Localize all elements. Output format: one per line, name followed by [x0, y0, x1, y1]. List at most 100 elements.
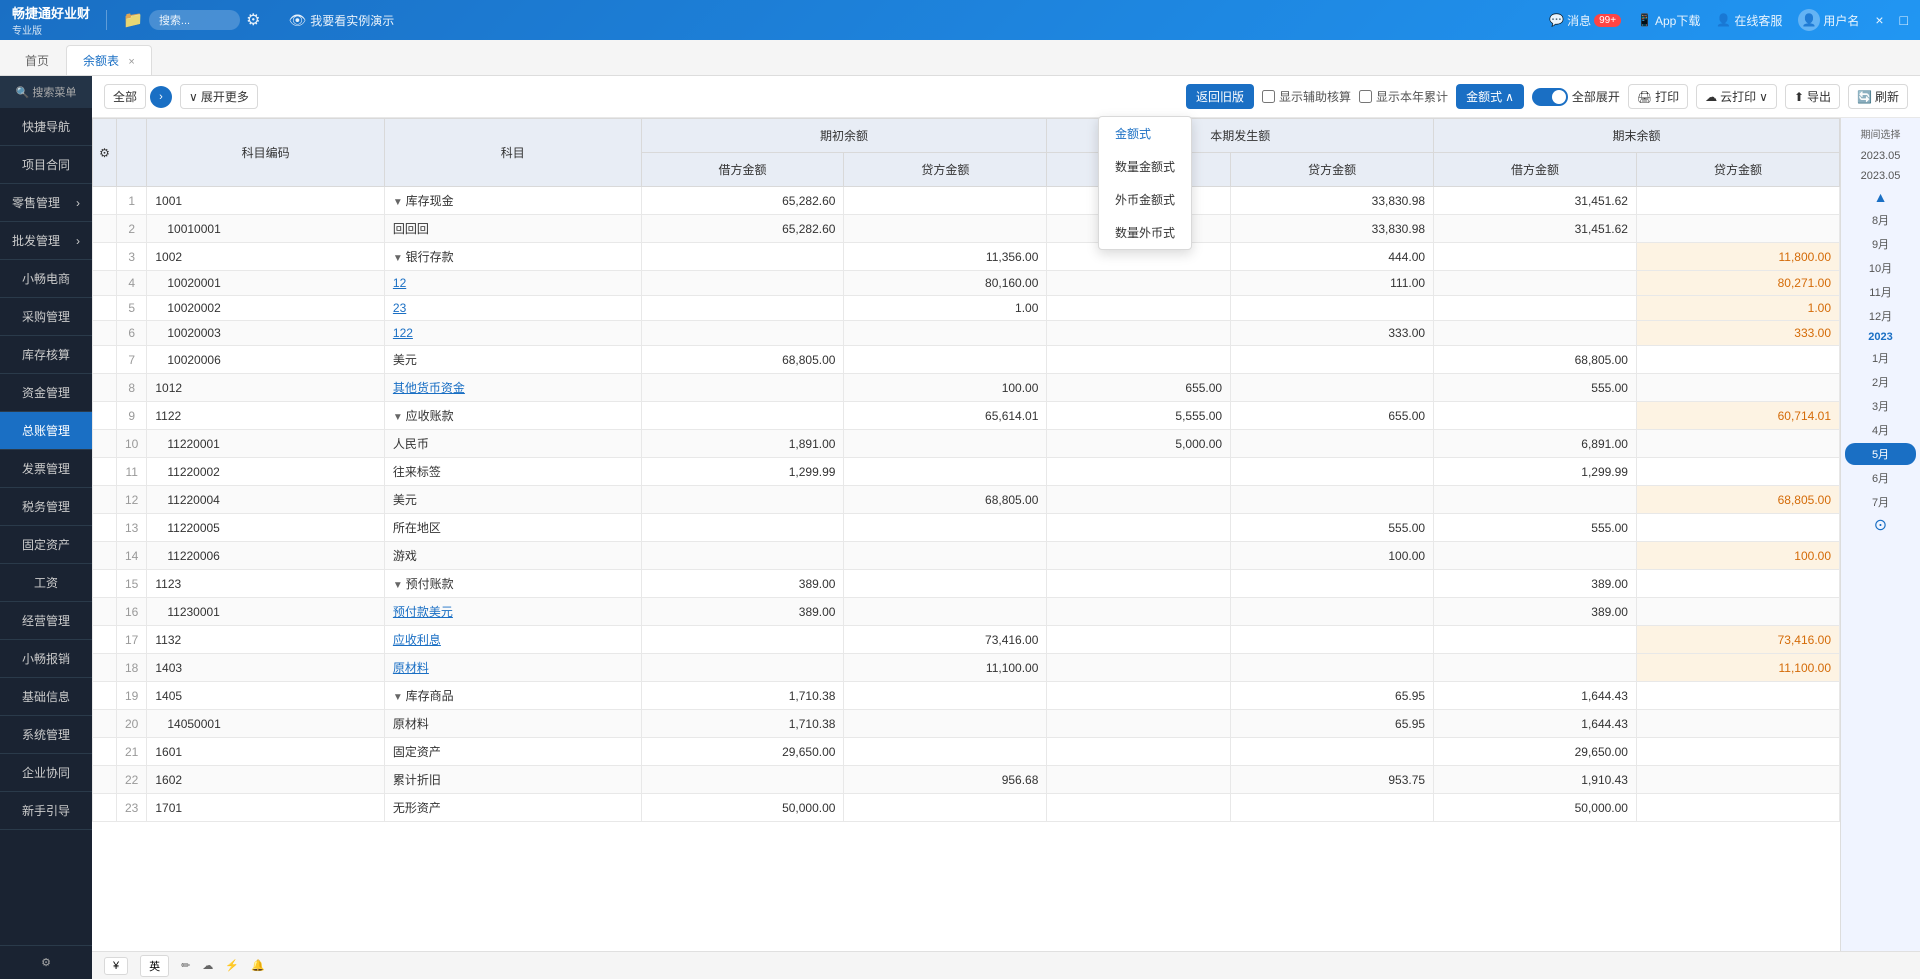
- table-row: 211601固定资产29,650.0029,650.00: [93, 738, 1840, 766]
- account-name-cell[interactable]: 应收利息: [384, 626, 641, 654]
- search-bar[interactable]: 搜索...: [149, 10, 240, 30]
- period-up-nav[interactable]: ▲: [1874, 189, 1888, 205]
- sidebar-item-guide[interactable]: 新手引导: [0, 792, 92, 830]
- account-name-cell: 游戏: [384, 542, 641, 570]
- sidebar-item-inventory[interactable]: 库存核算: [0, 336, 92, 374]
- sidebar-item-collab[interactable]: 企业协同: [0, 754, 92, 792]
- account-name-cell[interactable]: 预付款美元: [384, 598, 641, 626]
- lightning-icon[interactable]: ⚡: [225, 959, 239, 972]
- toggle-bg[interactable]: [1532, 88, 1568, 106]
- user-avatar[interactable]: 👤 用户名: [1798, 9, 1859, 31]
- sidebar-item-payroll[interactable]: 工资: [0, 564, 92, 602]
- account-name-cell[interactable]: 原材料: [384, 654, 641, 682]
- sidebar-item-capital[interactable]: 资金管理: [0, 374, 92, 412]
- sidebar: 🔍 搜索菜单 快捷导航 项目合同 零售管理› 批发管理› 小畅电商 采购管理 库…: [0, 76, 92, 979]
- period-apr[interactable]: 4月: [1845, 419, 1916, 441]
- download-btn[interactable]: 📱 App下载: [1637, 12, 1700, 29]
- sidebar-item-operations[interactable]: 经营管理: [0, 602, 92, 640]
- account-name-cell[interactable]: 23: [384, 296, 641, 321]
- currency-btn[interactable]: ¥: [104, 957, 128, 975]
- period-may[interactable]: 5月: [1845, 443, 1916, 465]
- window-maximize-btn[interactable]: □: [1900, 12, 1908, 28]
- row-number: 18: [117, 654, 147, 682]
- aux-checkbox-group: 显示辅助核算: [1262, 88, 1351, 105]
- expand-more-btn[interactable]: ∨ 展开更多: [180, 84, 258, 109]
- export-btn[interactable]: ⬆ 导出: [1785, 84, 1840, 109]
- period-prev[interactable]: 2023.05: [1845, 147, 1916, 165]
- service-btn[interactable]: 👤 在线客服: [1716, 12, 1782, 29]
- sidebar-item-invoice[interactable]: 发票管理: [0, 450, 92, 488]
- period-mar[interactable]: 3月: [1845, 395, 1916, 417]
- period-jul[interactable]: 7月: [1845, 491, 1916, 513]
- ob_credit-cell: 956.68: [844, 766, 1047, 794]
- header-left: 畅捷通好业财 专业版 📁 搜索... ⚙ 👁 我要看实例演示: [12, 3, 394, 37]
- style-btn[interactable]: 金额式 ∧: [1456, 84, 1524, 109]
- cb-credit-header: 贷方金额: [1636, 153, 1839, 187]
- account-name-cell: 美元: [384, 486, 641, 514]
- period-jun[interactable]: 6月: [1845, 467, 1916, 489]
- filter-arrow-btn[interactable]: ›: [150, 86, 172, 108]
- period-feb[interactable]: 2月: [1845, 371, 1916, 393]
- period-oct[interactable]: 10月: [1845, 257, 1916, 279]
- settings-icon[interactable]: ⚙: [246, 10, 260, 30]
- cb_debit-cell: [1434, 271, 1637, 296]
- cb_debit-cell: 555.00: [1434, 374, 1637, 402]
- window-close-btn[interactable]: ×: [1875, 12, 1883, 28]
- sidebar-item-project[interactable]: 项目合同: [0, 146, 92, 184]
- account-code-cell: 1405: [147, 682, 385, 710]
- aux-checkbox[interactable]: [1262, 90, 1275, 103]
- print-btn[interactable]: 🖨 打印: [1628, 84, 1688, 109]
- sidebar-search[interactable]: 🔍 搜索菜单: [0, 76, 92, 108]
- sidebar-item-expense[interactable]: 小畅报销: [0, 640, 92, 678]
- account-name-cell[interactable]: 12: [384, 271, 641, 296]
- sidebar-item-wholesale[interactable]: 批发管理›: [0, 222, 92, 260]
- sidebar-item-tax[interactable]: 税务管理: [0, 488, 92, 526]
- sidebar-item-purchase[interactable]: 采购管理: [0, 298, 92, 336]
- cloud-print-btn[interactable]: ☁ 云打印 ∨: [1696, 84, 1777, 109]
- dropdown-item-qty-amount[interactable]: 数量金额式: [1099, 150, 1191, 183]
- account-name-cell[interactable]: 122: [384, 321, 641, 346]
- ytd-checkbox[interactable]: [1359, 90, 1372, 103]
- dropdown-item-qty-foreign[interactable]: 数量外币式: [1099, 216, 1191, 249]
- cb_credit-cell: 68,805.00: [1636, 486, 1839, 514]
- gear-header[interactable]: ⚙: [93, 119, 117, 187]
- sidebar-item-assets[interactable]: 固定资产: [0, 526, 92, 564]
- sidebar-item-ledger[interactable]: 总账管理: [0, 412, 92, 450]
- row-number: 4: [117, 271, 147, 296]
- sidebar-item-retail[interactable]: 零售管理›: [0, 184, 92, 222]
- tab-balance[interactable]: 余额表 ×: [66, 45, 152, 75]
- period-aug[interactable]: 8月: [1845, 209, 1916, 231]
- edit-icon[interactable]: ✏: [181, 959, 190, 972]
- expand-all-toggle[interactable]: 全部展开: [1532, 88, 1620, 106]
- dropdown-item-amount[interactable]: 金额式: [1099, 117, 1191, 150]
- refresh-btn[interactable]: 🔄 刷新: [1848, 84, 1908, 109]
- ob_credit-cell: [844, 514, 1047, 542]
- message-btn[interactable]: 💬 消息 99+: [1549, 12, 1621, 29]
- cb_credit-cell: [1636, 346, 1839, 374]
- period-jan[interactable]: 1月: [1845, 347, 1916, 369]
- sidebar-item-quicknav[interactable]: 快捷导航: [0, 108, 92, 146]
- period-sep[interactable]: 9月: [1845, 233, 1916, 255]
- tab-home[interactable]: 首页: [8, 45, 66, 75]
- all-filter[interactable]: 全部: [104, 84, 146, 109]
- sidebar-item-basicinfo[interactable]: 基础信息: [0, 678, 92, 716]
- period-nov[interactable]: 11月: [1845, 281, 1916, 303]
- lang-btn[interactable]: 英: [140, 955, 169, 977]
- ob_debit-cell: [641, 374, 844, 402]
- pd_debit-cell: [1047, 654, 1231, 682]
- tab-close-icon[interactable]: ×: [128, 56, 134, 68]
- period-current[interactable]: 2023.05: [1845, 167, 1916, 185]
- ob_debit-cell: [641, 542, 844, 570]
- sidebar-item-system[interactable]: 系统管理: [0, 716, 92, 754]
- period-expand-icon[interactable]: ⊙: [1874, 515, 1887, 535]
- account-code-cell: 10020006: [147, 346, 385, 374]
- account-name-cell[interactable]: 其他货币资金: [384, 374, 641, 402]
- return-old-btn[interactable]: 返回旧版: [1186, 84, 1254, 109]
- account-code-cell: 10020003: [147, 321, 385, 346]
- period-dec[interactable]: 12月: [1845, 305, 1916, 327]
- sidebar-settings[interactable]: ⚙: [0, 945, 92, 979]
- bell-icon[interactable]: 🔔: [251, 959, 265, 972]
- sidebar-item-ecommerce[interactable]: 小畅电商: [0, 260, 92, 298]
- dropdown-item-foreign-amount[interactable]: 外币金额式: [1099, 183, 1191, 216]
- cloud-icon[interactable]: ☁: [202, 959, 213, 972]
